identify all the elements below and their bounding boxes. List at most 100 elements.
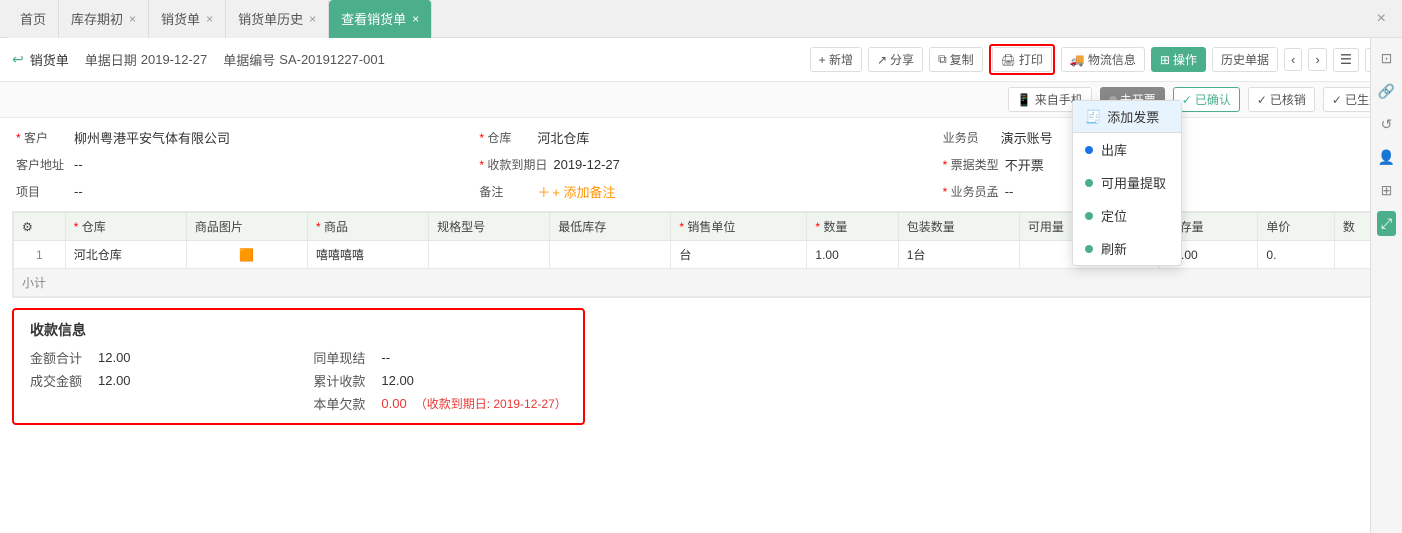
amount-label: 金额合计 — [30, 348, 90, 367]
sidebar-icon-1[interactable]: ⊡ — [1377, 46, 1397, 71]
copy-button[interactable]: ⧉ 复制 — [929, 47, 983, 72]
plus-icon: ＋ — [537, 182, 550, 201]
same-bill-value: -- — [381, 350, 390, 365]
truck-icon: 🚚 — [1070, 53, 1085, 67]
share-button[interactable]: ↗ 分享 — [868, 47, 923, 72]
th-price: 单价 — [1258, 213, 1334, 241]
form-date-meta: 单据日期 2019-12-27 — [85, 50, 208, 69]
row-qty: 1.00 — [807, 241, 898, 269]
sidebar-icon-expand[interactable]: ⤢ — [1377, 211, 1396, 236]
ticket-label: 票据类型 — [943, 156, 999, 173]
form-title: ↩ 销货单 — [12, 50, 69, 69]
window-close-button[interactable]: × — [1369, 10, 1394, 28]
transaction-item: 成交金额 12.00 — [30, 371, 283, 390]
grid-icon: ⊞ — [1160, 53, 1170, 67]
tab-close-sales-history[interactable]: × — [309, 12, 316, 26]
payment-title: 收款信息 — [30, 320, 567, 340]
sidebar-icon-4[interactable]: 👤 — [1374, 145, 1399, 170]
total-received-value: 12.00 — [381, 373, 414, 388]
date-value: 2019-12-27 — [141, 52, 208, 67]
form-meta: 单据日期 2019-12-27 单据编号 SA-20191227-001 — [85, 50, 385, 69]
salesperson2-label: 业务员孟 — [943, 183, 999, 200]
mobile-icon: 📱 — [1017, 93, 1032, 107]
ticket-value: 不开票 — [1005, 155, 1044, 174]
form-header: ↩ 销货单 单据日期 2019-12-27 单据编号 SA-20191227-0… — [0, 38, 1402, 82]
salesperson-value: 演示账号 — [1001, 128, 1053, 147]
th-min-stock: 最低库存 — [550, 213, 671, 241]
balance-label: 本单欠款 — [313, 394, 373, 413]
balance-item — [30, 394, 283, 413]
right-sidebar: ⊡ 🔗 ↺ 👤 ⊞ ⤢ — [1370, 38, 1402, 533]
logistics-button[interactable]: 🚚 物流信息 — [1061, 47, 1145, 72]
sidebar-icon-5[interactable]: ⊞ — [1377, 178, 1397, 203]
customer-value: 柳州粤港平安气体有限公司 — [74, 128, 230, 147]
tab-inventory-init[interactable]: 库存期初 × — [59, 0, 149, 38]
dropdown-item-available[interactable]: 可用量提取 — [1073, 166, 1181, 199]
subtotal-label: 小计 — [14, 269, 1389, 297]
prev-button[interactable]: ‹ — [1284, 48, 1302, 71]
add-note-button[interactable]: ＋ + 添加备注 — [537, 182, 615, 201]
operations-dropdown: 🧾 添加发票 出库 可用量提取 定位 刷新 — [1072, 100, 1182, 266]
th-qty: 数量 — [807, 213, 898, 241]
dot-teal-icon-1 — [1085, 179, 1093, 187]
tab-view-order[interactable]: 查看销货单 × — [329, 0, 432, 38]
address-label: 客户地址 — [16, 156, 68, 173]
confirm-button[interactable]: ✓ 已确认 — [1173, 87, 1240, 112]
check-icon: ✓ — [1182, 93, 1192, 107]
table-header-row: ⚙ 仓库 商品图片 商品 规格型号 最低库存 销售单位 数量 包装数量 可用量（… — [14, 213, 1389, 241]
next-button[interactable]: › — [1308, 48, 1326, 71]
note-field: 备注 ＋ + 添加备注 — [479, 182, 922, 201]
tab-close-view-order[interactable]: × — [412, 12, 419, 26]
project-field: 项目 -- — [16, 182, 459, 201]
operations-button[interactable]: ⊞ 操作 — [1151, 47, 1206, 72]
tab-home[interactable]: 首页 — [8, 0, 59, 38]
sales-order-icon: ↩ — [12, 51, 24, 68]
row-price: 0. — [1258, 241, 1334, 269]
address-field: 客户地址 -- — [16, 155, 459, 174]
warehouse-field: 仓库 河北仓库 — [479, 128, 922, 147]
row-num: 1 — [14, 241, 66, 269]
sub-toolbar: 📱 来自手机 未开票 ✓ 已确认 ✓ 已核销 ✓ 已生效 — [0, 82, 1402, 118]
copy-icon: ⧉ — [938, 52, 947, 67]
tab-sales-order[interactable]: 销货单 × — [149, 0, 226, 38]
project-label: 项目 — [16, 183, 68, 200]
sidebar-icon-2[interactable]: 🔗 — [1374, 79, 1399, 104]
due-date-value: 2019-12-27 — [553, 157, 620, 172]
dropdown-item-export[interactable]: 出库 — [1073, 133, 1181, 166]
form-num-meta: 单据编号 SA-20191227-001 — [223, 50, 385, 69]
row-spec — [429, 241, 550, 269]
tab-sales-history[interactable]: 销货单历史 × — [226, 0, 329, 38]
print-button-wrapper: 🖨 打印 — [989, 44, 1055, 75]
payment-info-box: 收款信息 金额合计 12.00 同单现结 -- 成交金额 12.00 累计收款 … — [12, 308, 585, 425]
customer-label: 客户 — [16, 129, 68, 146]
salesperson-label: 业务员 — [943, 129, 995, 146]
tab-close-sales-order[interactable]: × — [206, 12, 213, 26]
dropdown-item-locate[interactable]: 定位 — [1073, 199, 1181, 232]
row-warehouse: 河北仓库 — [65, 241, 186, 269]
th-image: 商品图片 — [186, 213, 307, 241]
same-bill-label: 同单现结 — [313, 348, 373, 367]
balance-hint: （收款到期日: 2019-12-27） — [415, 395, 567, 412]
history-button[interactable]: 历史单据 — [1212, 47, 1278, 72]
th-unit: 销售单位 — [671, 213, 807, 241]
address-value: -- — [74, 157, 83, 172]
dot-blue-icon — [1085, 146, 1093, 154]
th-settings[interactable]: ⚙ — [14, 213, 66, 241]
main-content: ↩ 销货单 单据日期 2019-12-27 单据编号 SA-20191227-0… — [0, 38, 1402, 533]
print-button[interactable]: 🖨 打印 — [992, 47, 1052, 72]
sidebar-icon-3[interactable]: ↺ — [1377, 112, 1397, 137]
date-label: 单据日期 — [85, 50, 137, 69]
tab-close-inventory-init[interactable]: × — [129, 12, 136, 26]
subtotal-row: 小计 — [14, 269, 1389, 297]
salesperson2-value: -- — [1005, 184, 1014, 199]
dropdown-item-refresh[interactable]: 刷新 — [1073, 232, 1181, 265]
list-view-button[interactable]: ☰ — [1333, 48, 1359, 72]
cancel-button[interactable]: ✓ 已核销 — [1248, 87, 1315, 112]
due-date-field: 收款到期日 2019-12-27 — [479, 155, 922, 174]
dot-teal-icon-2 — [1085, 212, 1093, 220]
note-label: 备注 — [479, 183, 531, 200]
effect-icon: ✓ — [1332, 93, 1342, 107]
new-button[interactable]: + 新增 — [810, 47, 862, 72]
table-row: 1 河北仓库 🟧 嘻嘻嘻嘻 台 1.00 1台 12.00 0. — [14, 241, 1389, 269]
form-fields: 客户 柳州粤港平安气体有限公司 仓库 河北仓库 业务员 演示账号 客户地址 --… — [0, 118, 1402, 211]
